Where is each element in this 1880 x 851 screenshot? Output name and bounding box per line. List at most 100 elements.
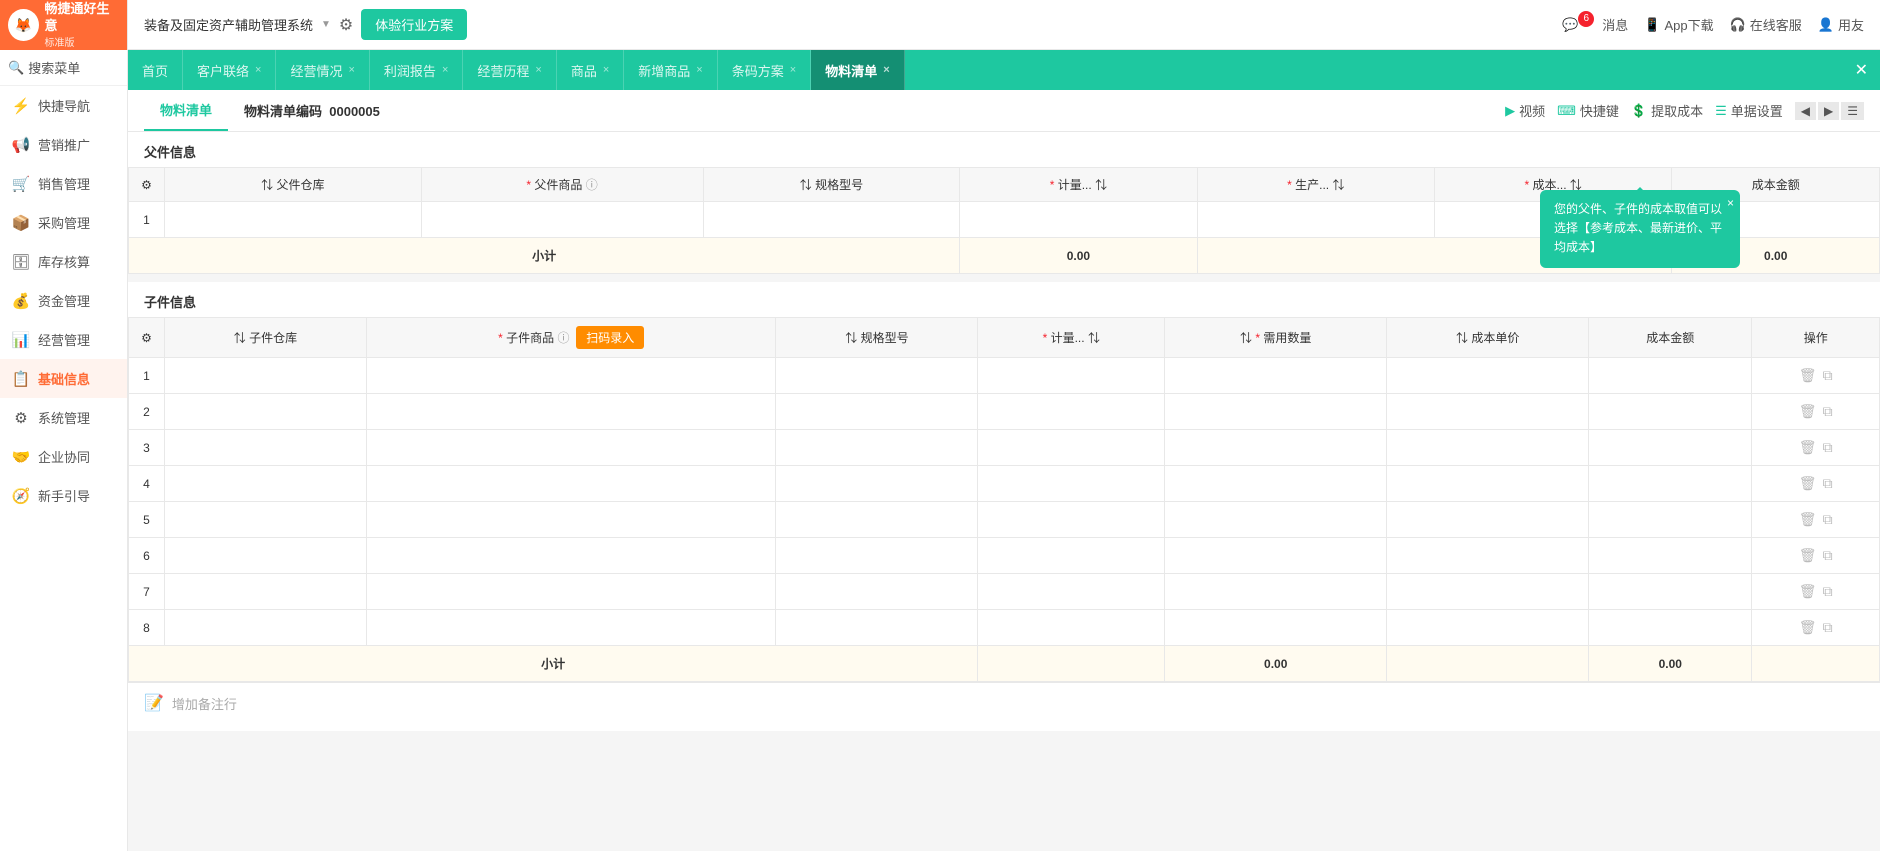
tab-barcode-close[interactable]: × [790,64,796,76]
child-row-8-goods[interactable] [366,610,776,646]
parent-row-1-unit[interactable] [960,202,1197,238]
child-row-1-unit[interactable] [978,358,1165,394]
search-menu[interactable]: 🔍 搜索菜单 [0,50,127,86]
gear-button[interactable]: ⚙ [339,15,353,35]
tab-barcode[interactable]: 条码方案 × [718,50,811,90]
delete-icon[interactable]: 🗑 [1799,439,1817,456]
extract-cost-button[interactable]: 💲 提取成本 [1631,101,1703,120]
child-row-3-unit-cost[interactable] [1387,430,1589,466]
child-row-3-spec[interactable] [776,430,978,466]
copy-icon[interactable]: ⧉ [1823,583,1833,600]
child-row-2-unit[interactable] [978,394,1165,430]
copy-icon[interactable]: ⧉ [1823,619,1833,636]
child-row-7-spec[interactable] [776,574,978,610]
trial-button[interactable]: 体验行业方案 [361,9,467,40]
message-button[interactable]: 💬 6 消息 [1562,15,1628,34]
copy-icon[interactable]: ⧉ [1823,511,1833,528]
child-row-3-warehouse[interactable] [165,430,367,466]
sidebar-item-operations[interactable]: 📊 经营管理 [0,320,127,359]
sub-tab-bom-list[interactable]: 物料清单 [144,90,228,131]
sidebar-item-system[interactable]: ⚙ 系统管理 [0,398,127,437]
view-video-button[interactable]: ▶ 视频 [1505,101,1545,120]
parent-row-1-goods[interactable] [421,202,703,238]
child-row-2-spec[interactable] [776,394,978,430]
tab-ops-status-close[interactable]: × [348,64,354,76]
child-row-3-req-qty[interactable] [1165,430,1387,466]
child-row-1-spec[interactable] [776,358,978,394]
tab-goods[interactable]: 商品 × [557,50,624,90]
child-row-1-goods[interactable] [366,358,776,394]
sidebar-item-basic-info[interactable]: 📋 基础信息 [0,359,127,398]
child-row-5-warehouse[interactable] [165,502,367,538]
tab-profit-report[interactable]: 利润报告 × [370,50,463,90]
bottom-add-area[interactable]: 📝 增加备注行 [128,682,1880,723]
child-row-6-unit[interactable] [978,538,1165,574]
tab-bom[interactable]: 物料清单 × [811,50,904,90]
child-row-8-spec[interactable] [776,610,978,646]
tab-profit-close[interactable]: × [442,64,448,76]
sidebar-item-marketing[interactable]: 📢 营销推广 [0,125,127,164]
child-row-6-req-qty[interactable] [1165,538,1387,574]
child-row-8-warehouse[interactable] [165,610,367,646]
child-row-6-spec[interactable] [776,538,978,574]
child-row-4-unit-cost[interactable] [1387,466,1589,502]
nav-next-button[interactable]: ▶ [1818,102,1839,120]
child-row-3-goods[interactable] [366,430,776,466]
tab-ops-history[interactable]: 经营历程 × [463,50,556,90]
child-sort-unit-cost[interactable]: ⇅ [1456,331,1468,345]
child-sort-req-qty[interactable]: ⇅ [1240,331,1252,345]
child-row-2-warehouse[interactable] [165,394,367,430]
scan-button[interactable]: 扫码录入 [576,326,644,349]
tab-goods-close[interactable]: × [603,64,609,76]
sidebar-item-finance[interactable]: 💰 资金管理 [0,281,127,320]
parent-sort-warehouse[interactable]: ⇅ [261,178,273,192]
system-title-dropdown[interactable]: ▼ [321,19,331,30]
single-settings-button[interactable]: ☰ 单据设置 [1715,101,1783,120]
child-row-5-spec[interactable] [776,502,978,538]
sidebar-item-enterprise[interactable]: 🤝 企业协同 [0,437,127,476]
sidebar-item-inventory[interactable]: 🗄 库存核算 [0,242,127,281]
parent-row-1-warehouse[interactable] [165,202,422,238]
tab-operations-status[interactable]: 经营情况 × [276,50,369,90]
child-row-2-unit-cost[interactable] [1387,394,1589,430]
delete-icon[interactable]: 🗑 [1799,403,1817,420]
nav-menu-button[interactable]: ☰ [1841,102,1864,120]
child-row-7-req-qty[interactable] [1165,574,1387,610]
delete-icon[interactable]: 🗑 [1799,583,1817,600]
delete-icon[interactable]: 🗑 [1799,367,1817,384]
child-sort-spec[interactable]: ⇅ [845,331,857,345]
parent-sort-unit[interactable]: ⇅ [1095,178,1107,192]
sidebar-item-purchase[interactable]: 📦 采购管理 [0,203,127,242]
child-row-6-unit-cost[interactable] [1387,538,1589,574]
shortcut-button[interactable]: ⌨ 快捷键 [1557,101,1619,120]
child-row-7-goods[interactable] [366,574,776,610]
child-row-5-req-qty[interactable] [1165,502,1387,538]
child-row-4-goods[interactable] [366,466,776,502]
sidebar-item-sales[interactable]: 🛒 销售管理 [0,164,127,203]
parent-row-1-production[interactable] [1197,202,1434,238]
child-row-5-unit[interactable] [978,502,1165,538]
delete-icon[interactable]: 🗑 [1799,511,1817,528]
copy-icon[interactable]: ⧉ [1823,367,1833,384]
child-row-2-goods[interactable] [366,394,776,430]
parent-goods-info-icon[interactable]: ⓘ [586,178,598,192]
sidebar-item-guide[interactable]: 🧭 新手引导 [0,476,127,515]
tab-home[interactable]: 首页 [128,50,183,90]
tab-customer-close[interactable]: × [255,64,261,76]
delete-icon[interactable]: 🗑 [1799,547,1817,564]
child-row-7-unit-cost[interactable] [1387,574,1589,610]
child-row-6-goods[interactable] [366,538,776,574]
copy-icon[interactable]: ⧉ [1823,439,1833,456]
child-row-3-unit[interactable] [978,430,1165,466]
child-row-1-req-qty[interactable] [1165,358,1387,394]
sidebar-item-quick-nav[interactable]: ⚡ 快捷导航 [0,86,127,125]
child-row-8-req-qty[interactable] [1165,610,1387,646]
tab-bom-close[interactable]: × [883,64,889,76]
child-sort-warehouse[interactable]: ⇅ [234,331,246,345]
delete-icon[interactable]: 🗑 [1799,475,1817,492]
child-row-7-unit[interactable] [978,574,1165,610]
copy-icon[interactable]: ⧉ [1823,403,1833,420]
parent-sort-spec[interactable]: ⇅ [800,178,812,192]
child-row-8-unit[interactable] [978,610,1165,646]
child-row-4-unit[interactable] [978,466,1165,502]
